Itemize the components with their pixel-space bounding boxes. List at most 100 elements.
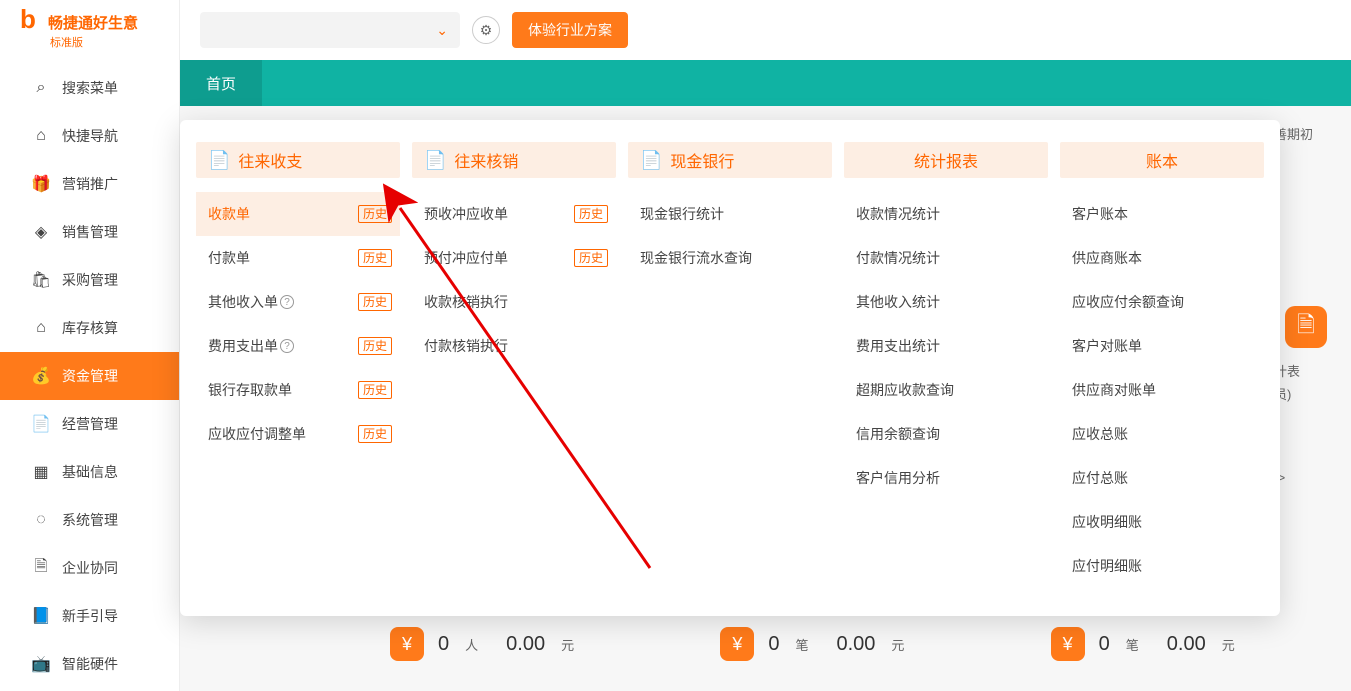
col-income-expense-item-3[interactable]: 费用支出单?历史	[196, 324, 400, 368]
col-reports-item-4[interactable]: 超期应收款查询	[844, 368, 1048, 412]
nav-guide[interactable]: 📘新手引导	[0, 592, 179, 640]
bottom-value-0: 0.00	[506, 633, 545, 656]
bottom-icon-0: ¥	[390, 627, 424, 661]
col-income-expense-list: 收款单历史付款单历史其他收入单?历史费用支出单?历史银行存取款单历史应收应付调整…	[196, 178, 400, 456]
nav-operate[interactable]: 📄经营管理	[0, 400, 179, 448]
col-reports-list: 收款情况统计付款情况统计其他收入统计费用支出统计超期应收款查询信用余额查询客户信…	[844, 178, 1048, 500]
logo-sub: 标准版	[50, 34, 179, 50]
settings-button[interactable]: ⚙	[472, 16, 500, 44]
nav-marketing[interactable]: 🎁营销推广	[0, 160, 179, 208]
nav-inventory-icon: ⌂	[32, 319, 50, 337]
bottom-count-0: 0	[438, 633, 449, 656]
col-writeoff-item-2-label: 收款核销执行	[424, 292, 508, 312]
company-selector[interactable]: ⌄	[200, 12, 460, 48]
logo-title: 畅捷通好生意	[48, 12, 138, 33]
bottom-unit-1: 笔	[795, 635, 808, 654]
col-cash-bank-item-0[interactable]: 现金银行统计	[628, 192, 832, 236]
col-reports-item-2-label: 其他收入统计	[856, 292, 940, 312]
col-income-expense-header: 📄 往来收支	[196, 142, 400, 178]
col-income-expense-icon: 📄	[208, 150, 230, 171]
col-reports-item-1[interactable]: 付款情况统计	[844, 236, 1048, 280]
bottom-value-1: 0.00	[836, 633, 875, 656]
col-income-expense-item-4[interactable]: 银行存取款单历史	[196, 368, 400, 412]
col-writeoff-item-1[interactable]: 预付冲应付单历史	[412, 236, 616, 280]
col-income-expense-item-2-history[interactable]: 历史	[358, 293, 392, 311]
col-ledger-item-1[interactable]: 供应商账本	[1060, 236, 1264, 280]
col-income-expense-item-4-history[interactable]: 历史	[358, 381, 392, 399]
nav-quick-label: 快捷导航	[62, 126, 118, 146]
col-writeoff-list: 预收冲应收单历史预付冲应付单历史收款核销执行付款核销执行	[412, 178, 616, 368]
nav-guide-icon: 📘	[32, 607, 50, 625]
col-income-expense-item-1[interactable]: 付款单历史	[196, 236, 400, 280]
col-cash-bank-title: 现金银行	[670, 148, 734, 172]
nav-collab-label: 企业协同	[62, 558, 118, 578]
nav-inventory[interactable]: ⌂库存核算	[0, 304, 179, 352]
nav-system[interactable]: ◌系统管理	[0, 496, 179, 544]
col-reports-header: 统计报表	[844, 142, 1048, 178]
col-ledger: 账本客户账本供应商账本应收应付余额查询客户对账单供应商对账单应收总账应付总账应收…	[1060, 142, 1264, 588]
col-income-expense-item-3-history[interactable]: 历史	[358, 337, 392, 355]
col-income-expense-item-0-history[interactable]: 历史	[358, 205, 392, 223]
col-reports-item-0[interactable]: 收款情况统计	[844, 192, 1048, 236]
rightside-badge-icon[interactable]: 🗎	[1285, 306, 1327, 348]
col-reports-item-6-label: 客户信用分析	[856, 468, 940, 488]
col-writeoff-item-0-history[interactable]: 历史	[574, 205, 608, 223]
col-income-expense-item-2[interactable]: 其他收入单?历史	[196, 280, 400, 324]
bottom-icon-1: ¥	[720, 627, 754, 661]
help-icon[interactable]: ?	[280, 339, 294, 353]
col-cash-bank-list: 现金银行统计现金银行流水查询	[628, 178, 832, 280]
bottom-stats: ¥0人0.00元¥0笔0.00元¥0笔0.00元	[390, 627, 1321, 661]
col-cash-bank-item-1[interactable]: 现金银行流水查询	[628, 236, 832, 280]
col-income-expense-item-0-label: 收款单	[208, 204, 250, 224]
logo-block: b 畅捷通好生意 标准版	[0, 0, 179, 60]
col-writeoff-item-2[interactable]: 收款核销执行	[412, 280, 616, 324]
nav-sales[interactable]: ◈销售管理	[0, 208, 179, 256]
col-reports-item-6[interactable]: 客户信用分析	[844, 456, 1048, 500]
nav-sales-icon: ◈	[32, 223, 50, 241]
tab-label: 首页	[206, 73, 236, 94]
bottom-unit-2: 笔	[1126, 635, 1139, 654]
col-ledger-item-7[interactable]: 应收明细账	[1060, 500, 1264, 544]
col-ledger-item-5[interactable]: 应收总账	[1060, 412, 1264, 456]
nav-marketing-icon: 🎁	[32, 175, 50, 193]
nav-purchase[interactable]: 🛍采购管理	[0, 256, 179, 304]
nav-operate-label: 经营管理	[62, 414, 118, 434]
col-reports-item-5-label: 信用余额查询	[856, 424, 940, 444]
col-income-expense-item-5-history[interactable]: 历史	[358, 425, 392, 443]
bottom-value-2: 0.00	[1167, 633, 1206, 656]
col-reports-item-5[interactable]: 信用余额查询	[844, 412, 1048, 456]
col-ledger-title: 账本	[1146, 148, 1178, 172]
col-income-expense-title: 往来收支	[238, 148, 302, 172]
col-writeoff-item-3[interactable]: 付款核销执行	[412, 324, 616, 368]
col-income-expense-item-0[interactable]: 收款单 历史	[196, 192, 400, 236]
col-ledger-header: 账本	[1060, 142, 1264, 178]
tabbar: 首页	[180, 60, 1351, 106]
col-reports-item-2[interactable]: 其他收入统计	[844, 280, 1048, 324]
col-reports-item-3[interactable]: 费用支出统计	[844, 324, 1048, 368]
col-ledger-item-0[interactable]: 客户账本	[1060, 192, 1264, 236]
col-ledger-item-6[interactable]: 应付总账	[1060, 456, 1264, 500]
nav-collab[interactable]: 🗎企业协同	[0, 544, 179, 592]
col-ledger-item-4[interactable]: 供应商对账单	[1060, 368, 1264, 412]
nav-quick[interactable]: ⌂ 快捷导航	[0, 112, 179, 160]
tab-home[interactable]: 首页	[180, 60, 262, 106]
nav-search[interactable]: ⌕搜索菜单	[0, 64, 179, 112]
col-writeoff-item-1-history[interactable]: 历史	[574, 249, 608, 267]
col-income-expense-item-1-history[interactable]: 历史	[358, 249, 392, 267]
col-ledger-item-8[interactable]: 应付明细账	[1060, 544, 1264, 588]
nav-hardware[interactable]: 📺智能硬件	[0, 640, 179, 688]
col-reports-item-4-label: 超期应收款查询	[856, 380, 954, 400]
col-ledger-item-3[interactable]: 客户对账单	[1060, 324, 1264, 368]
funds-mega-menu: 📄往来收支收款单历史付款单历史其他收入单?历史费用支出单?历史银行存取款单历史应…	[180, 120, 1280, 616]
help-icon[interactable]: ?	[280, 295, 294, 309]
nav-funds[interactable]: 💰资金管理	[0, 352, 179, 400]
industry-plan-button[interactable]: 体验行业方案	[512, 12, 628, 48]
col-ledger-item-2[interactable]: 应收应付余额查询	[1060, 280, 1264, 324]
col-reports-item-0-label: 收款情况统计	[856, 204, 940, 224]
col-income-expense-item-5[interactable]: 应收应付调整单历史	[196, 412, 400, 456]
nav-quick-icon: ⌂	[32, 127, 50, 145]
col-cash-bank-item-1-label: 现金银行流水查询	[640, 248, 752, 268]
col-reports-item-1-label: 付款情况统计	[856, 248, 940, 268]
nav-basic[interactable]: ▦基础信息	[0, 448, 179, 496]
col-writeoff-item-0[interactable]: 预收冲应收单历史	[412, 192, 616, 236]
